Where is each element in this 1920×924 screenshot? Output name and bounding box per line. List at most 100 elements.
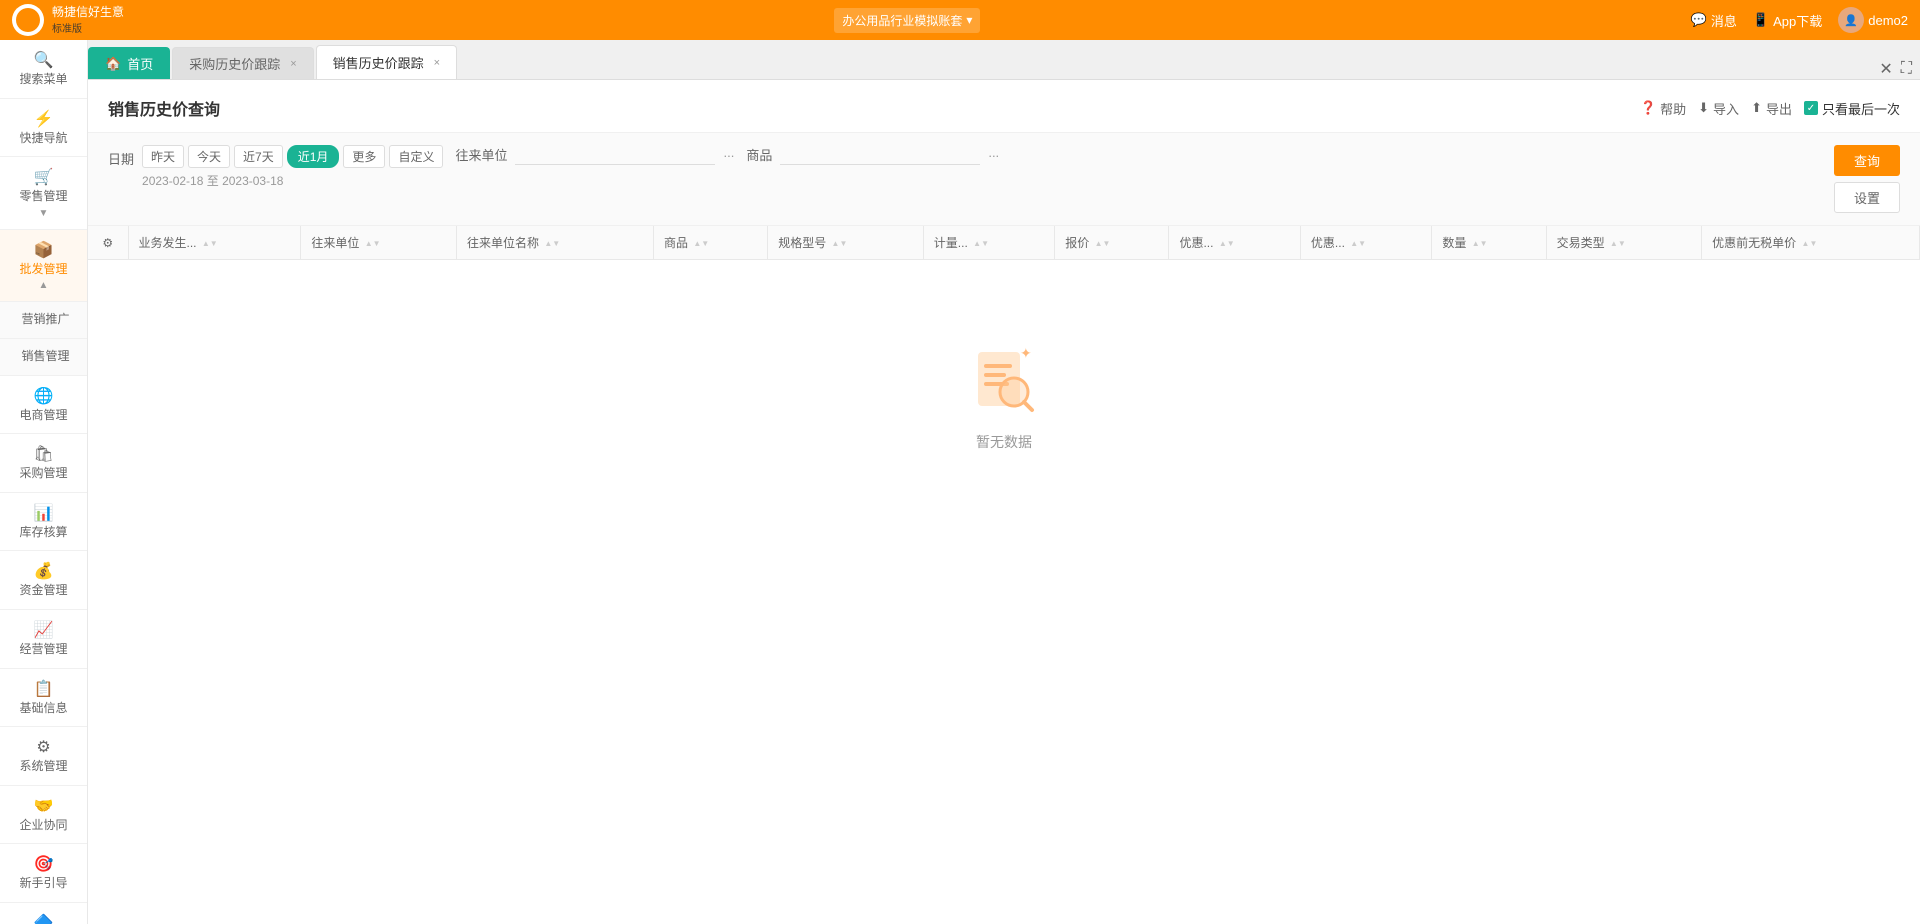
table-col-unit[interactable]: 计量... ▲▼ — [923, 226, 1054, 260]
date-btn-7days[interactable]: 近7天 — [234, 145, 283, 168]
guide-icon: 🎯 — [4, 854, 83, 874]
app-center-icon: 🔷 — [4, 913, 83, 924]
sidebar-item-sales-mgmt[interactable]: 销售管理 — [0, 339, 87, 376]
sidebar-item-quick-nav[interactable]: ⚡ 快捷导航 — [0, 99, 87, 158]
tab-bar: 🏠 首页 采购历史价跟踪 × 销售历史价跟踪 × ✕ ⛶ — [88, 40, 1920, 80]
message-icon: 💬 — [1691, 12, 1707, 28]
source-unit-input[interactable] — [515, 145, 715, 165]
chevron-down-icon: ▾ — [966, 13, 972, 27]
quick-nav-icon: ⚡ — [4, 109, 83, 129]
sidebar-item-new-guide[interactable]: 🎯 新手引导 — [0, 844, 87, 903]
sort-icon-trade-type: ▲▼ — [1610, 239, 1626, 248]
query-button[interactable]: 查询 — [1834, 145, 1900, 176]
tab-sales-close-btn[interactable]: × — [434, 57, 440, 69]
wholesale-icon: 📦 — [4, 240, 83, 260]
source-unit-ellipsis[interactable]: ... — [723, 145, 734, 160]
only-last-checkbox-label[interactable]: ✓ 只看最后一次 — [1804, 99, 1900, 118]
sidebar-item-app-center[interactable]: 🔷 应用中心 — [0, 903, 87, 924]
avatar: 👤 — [1838, 7, 1864, 33]
sidebar-item-purchase-mgmt[interactable]: 🛍 采购管理 — [0, 434, 87, 493]
sidebar-item-wholesale-mgmt[interactable]: 📦 批发管理 ▲ — [0, 230, 87, 303]
finance-icon: 💰 — [4, 561, 83, 581]
source-unit-filter-group: 往来单位 ... — [455, 145, 734, 165]
close-tab-btn[interactable]: ✕ — [1879, 59, 1892, 79]
sidebar-item-finance-mgmt[interactable]: 💰 资金管理 — [0, 551, 87, 610]
import-btn[interactable]: ⬇ 导入 — [1698, 99, 1739, 118]
source-unit-label: 往来单位 — [455, 145, 507, 164]
table-col-discount-rate[interactable]: 优惠... ▲▼ — [1169, 226, 1300, 260]
product-input[interactable] — [780, 145, 980, 165]
date-btn-yesterday[interactable]: 昨天 — [142, 145, 184, 168]
sort-icon-partner-name: ▲▼ — [544, 239, 560, 248]
sidebar-item-system-mgmt[interactable]: ⚙ 系统管理 — [0, 727, 87, 786]
date-range-text: 2023-02-18 至 2023-03-18 — [142, 172, 443, 189]
sort-icon-spec: ▲▼ — [832, 239, 848, 248]
tab-sales-history[interactable]: 销售历史价跟踪 × — [316, 45, 457, 79]
export-icon: ⬆ — [1751, 100, 1762, 116]
date-btn-custom[interactable]: 自定义 — [389, 145, 443, 168]
inventory-icon: 📊 — [4, 503, 83, 523]
date-btn-today[interactable]: 今天 — [188, 145, 230, 168]
export-btn[interactable]: ⬆ 导出 — [1751, 99, 1792, 118]
table-col-settings[interactable]: ⚙ — [88, 226, 128, 260]
filter-bar: 日期 昨天 今天 近7天 近1月 更多 自定义 2023-02-18 至 202… — [88, 133, 1920, 226]
sort-icon-price: ▲▼ — [1095, 239, 1111, 248]
tab-purchase-history[interactable]: 采购历史价跟踪 × — [172, 47, 313, 79]
table-col-pretax-price[interactable]: 优惠前无税单价 ▲▼ — [1702, 226, 1920, 260]
product-filter-group: 商品 ... — [746, 145, 999, 165]
data-table: ⚙ 业务发生... ▲▼ 往来单位 ▲▼ 往来单位 — [88, 226, 1920, 260]
retail-icon: 🛒 — [4, 167, 83, 187]
app-title: 畅捷信好生意 标准版 — [52, 5, 124, 36]
tab-purchase-close-btn[interactable]: × — [290, 58, 296, 70]
expand-icon: ▼ — [39, 208, 49, 219]
sidebar-item-search-menu[interactable]: 🔍 搜索菜单 — [0, 40, 87, 99]
sidebar-item-inventory[interactable]: 📊 库存核算 — [0, 493, 87, 552]
sort-icon-discount-amount: ▲▼ — [1350, 239, 1366, 248]
table-col-spec[interactable]: 规格型号 ▲▼ — [768, 226, 924, 260]
app-download-btn[interactable]: 📱 App下载 — [1753, 11, 1822, 30]
ecommerce-icon: 🌐 — [4, 386, 83, 406]
help-btn[interactable]: ❓ 帮助 — [1640, 99, 1686, 118]
table-col-discount-amount[interactable]: 优惠... ▲▼ — [1300, 226, 1431, 260]
table-col-trade-type[interactable]: 交易类型 ▲▼ — [1546, 226, 1702, 260]
table-col-business-date[interactable]: 业务发生... ▲▼ — [128, 226, 301, 260]
message-btn[interactable]: 💬 消息 — [1691, 11, 1737, 30]
product-ellipsis[interactable]: ... — [988, 145, 999, 160]
table-col-price[interactable]: 报价 ▲▼ — [1055, 226, 1169, 260]
table-col-partner-code[interactable]: 往来单位 ▲▼ — [301, 226, 457, 260]
sidebar-item-enterprise-collab[interactable]: 🤝 企业协同 — [0, 786, 87, 845]
settings-button[interactable]: 设置 — [1834, 182, 1900, 213]
workspace-selector[interactable]: 办公用品行业模拟账套 ▾ — [834, 8, 980, 33]
checkbox-checked-icon: ✓ — [1804, 101, 1818, 115]
sidebar-item-retail-mgmt[interactable]: 🛒 零售管理 ▼ — [0, 157, 87, 230]
table-header: ⚙ 业务发生... ▲▼ 往来单位 ▲▼ 往来单位 — [88, 226, 1920, 260]
sort-icon-product: ▲▼ — [693, 239, 709, 248]
user-menu[interactable]: 👤 demo2 — [1838, 7, 1908, 33]
purchase-icon: 🛍 — [4, 444, 83, 464]
app-logo — [12, 4, 44, 36]
product-label: 商品 — [746, 145, 772, 164]
sidebar: 🔍 搜索菜单 ⚡ 快捷导航 🛒 零售管理 ▼ 📦 批发管理 ▲ 营销推广 销售 — [0, 40, 88, 924]
import-icon: ⬇ — [1698, 100, 1709, 116]
page-header-actions: ❓ 帮助 ⬇ 导入 ⬆ 导出 ✓ 只看最后一次 — [1640, 99, 1900, 118]
tab-bar-actions: ✕ ⛶ — [1871, 59, 1920, 79]
sidebar-item-ecommerce-mgmt[interactable]: 🌐 电商管理 — [0, 376, 87, 435]
maximize-btn[interactable]: ⛶ — [1901, 60, 1912, 78]
top-bar: 畅捷信好生意 标准版 办公用品行业模拟账套 ▾ 💬 消息 📱 App下载 👤 d… — [0, 0, 1920, 40]
sort-icon-business-date: ▲▼ — [202, 239, 218, 248]
date-btn-1month[interactable]: 近1月 — [287, 145, 340, 168]
page-title: 销售历史价查询 — [108, 96, 220, 120]
sort-icon-quantity: ▲▼ — [1472, 239, 1488, 248]
table-col-quantity[interactable]: 数量 ▲▼ — [1432, 226, 1546, 260]
table-container: ⚙ 业务发生... ▲▼ 往来单位 ▲▼ 往来单位 — [88, 226, 1920, 532]
operations-icon: 📈 — [4, 620, 83, 640]
sidebar-item-operations-mgmt[interactable]: 📈 经营管理 — [0, 610, 87, 669]
date-btn-more[interactable]: 更多 — [343, 145, 385, 168]
sidebar-item-basic-info[interactable]: 📋 基础信息 — [0, 669, 87, 728]
tab-home[interactable]: 🏠 首页 — [88, 47, 170, 79]
page-header: 销售历史价查询 ❓ 帮助 ⬇ 导入 ⬆ 导出 — [88, 80, 1920, 133]
basic-info-icon: 📋 — [4, 679, 83, 699]
table-col-partner-name[interactable]: 往来单位名称 ▲▼ — [456, 226, 653, 260]
sidebar-item-marketing[interactable]: 营销推广 — [0, 302, 87, 339]
table-col-product[interactable]: 商品 ▲▼ — [653, 226, 767, 260]
